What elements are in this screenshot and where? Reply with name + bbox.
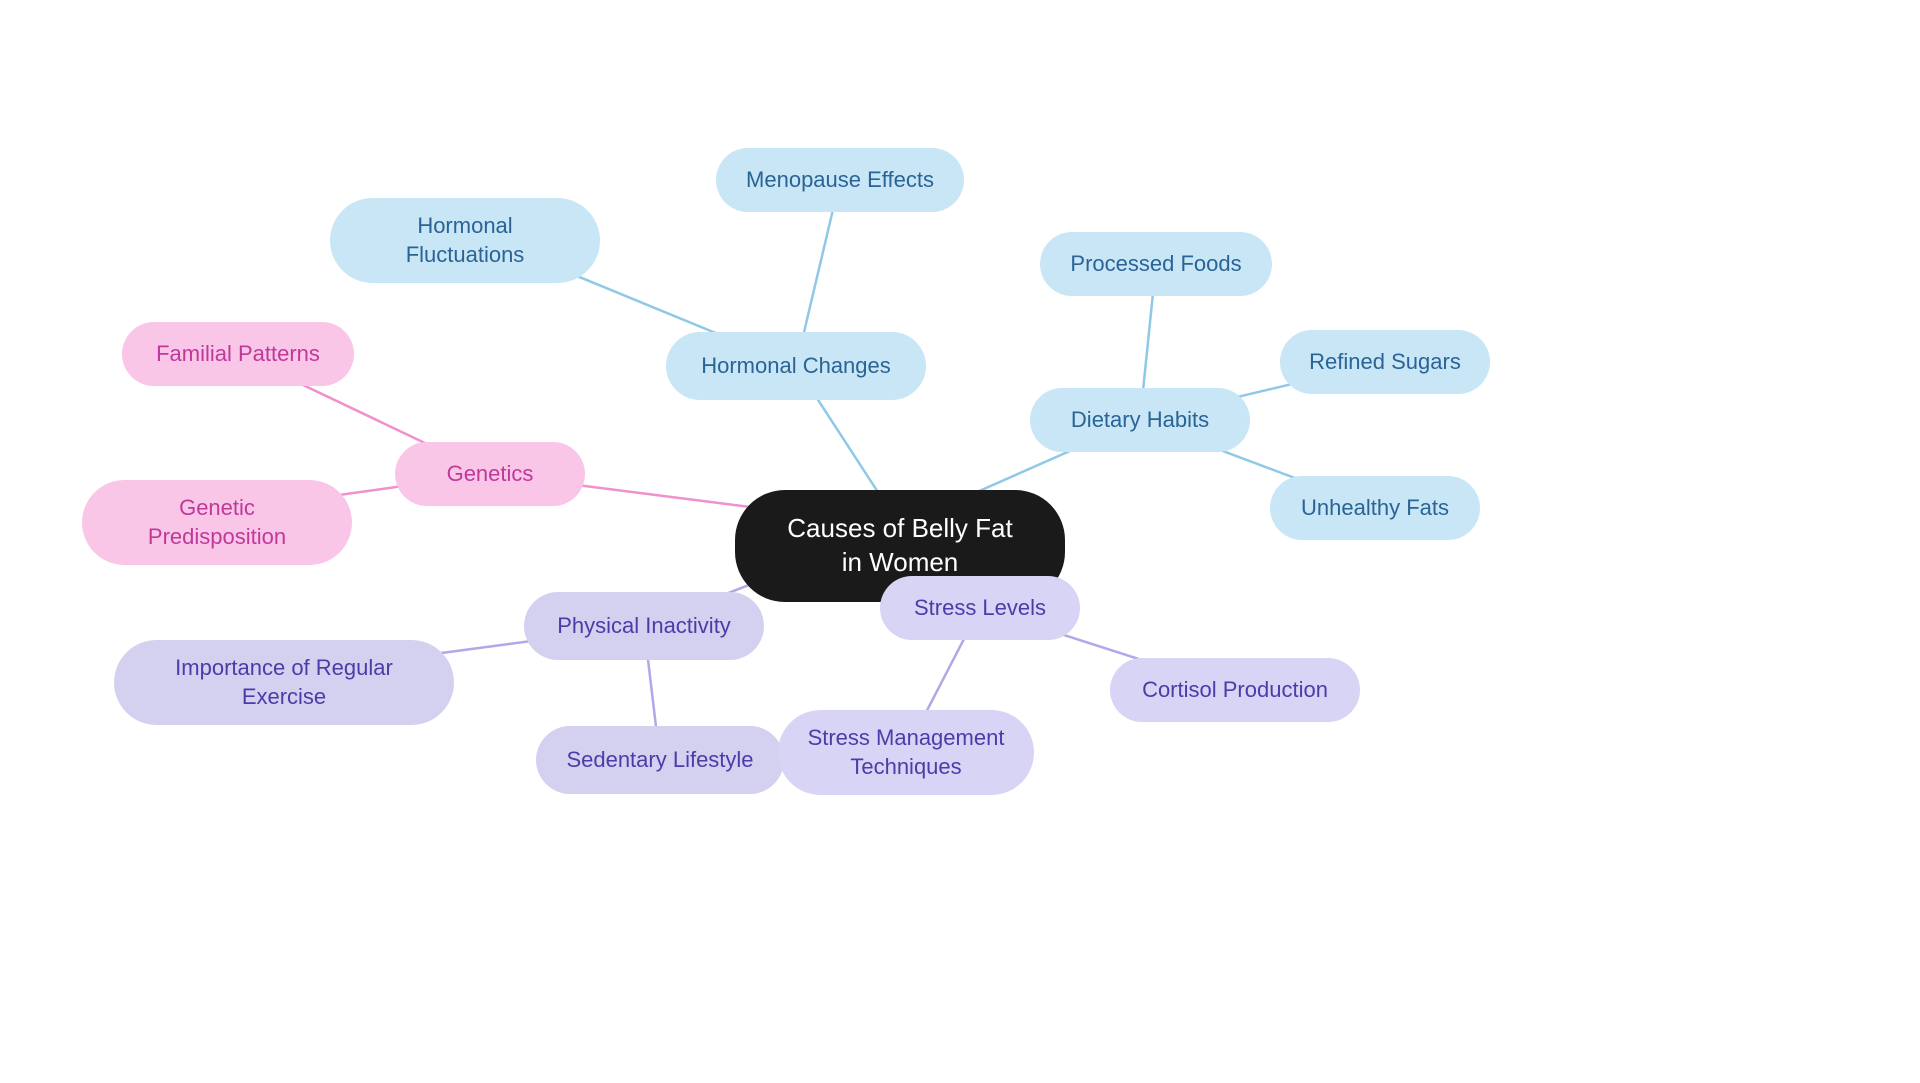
physical-inactivity-node: Physical Inactivity: [524, 592, 764, 660]
hormonal-fluctuations-node: Hormonal Fluctuations: [330, 198, 600, 283]
hormonal-changes-node: Hormonal Changes: [666, 332, 926, 400]
dietary-habits-node: Dietary Habits: [1030, 388, 1250, 452]
cortisol-production-node: Cortisol Production: [1110, 658, 1360, 722]
importance-exercise-node: Importance of Regular Exercise: [114, 640, 454, 725]
genetics-node: Genetics: [395, 442, 585, 506]
menopause-effects-node: Menopause Effects: [716, 148, 964, 212]
familial-patterns-node: Familial Patterns: [122, 322, 354, 386]
sedentary-lifestyle-node: Sedentary Lifestyle: [536, 726, 784, 794]
genetic-predisposition-node: Genetic Predisposition: [82, 480, 352, 565]
refined-sugars-node: Refined Sugars: [1280, 330, 1490, 394]
stress-management-node: Stress ManagementTechniques: [778, 710, 1034, 795]
unhealthy-fats-node: Unhealthy Fats: [1270, 476, 1480, 540]
processed-foods-node: Processed Foods: [1040, 232, 1272, 296]
stress-levels-node: Stress Levels: [880, 576, 1080, 640]
